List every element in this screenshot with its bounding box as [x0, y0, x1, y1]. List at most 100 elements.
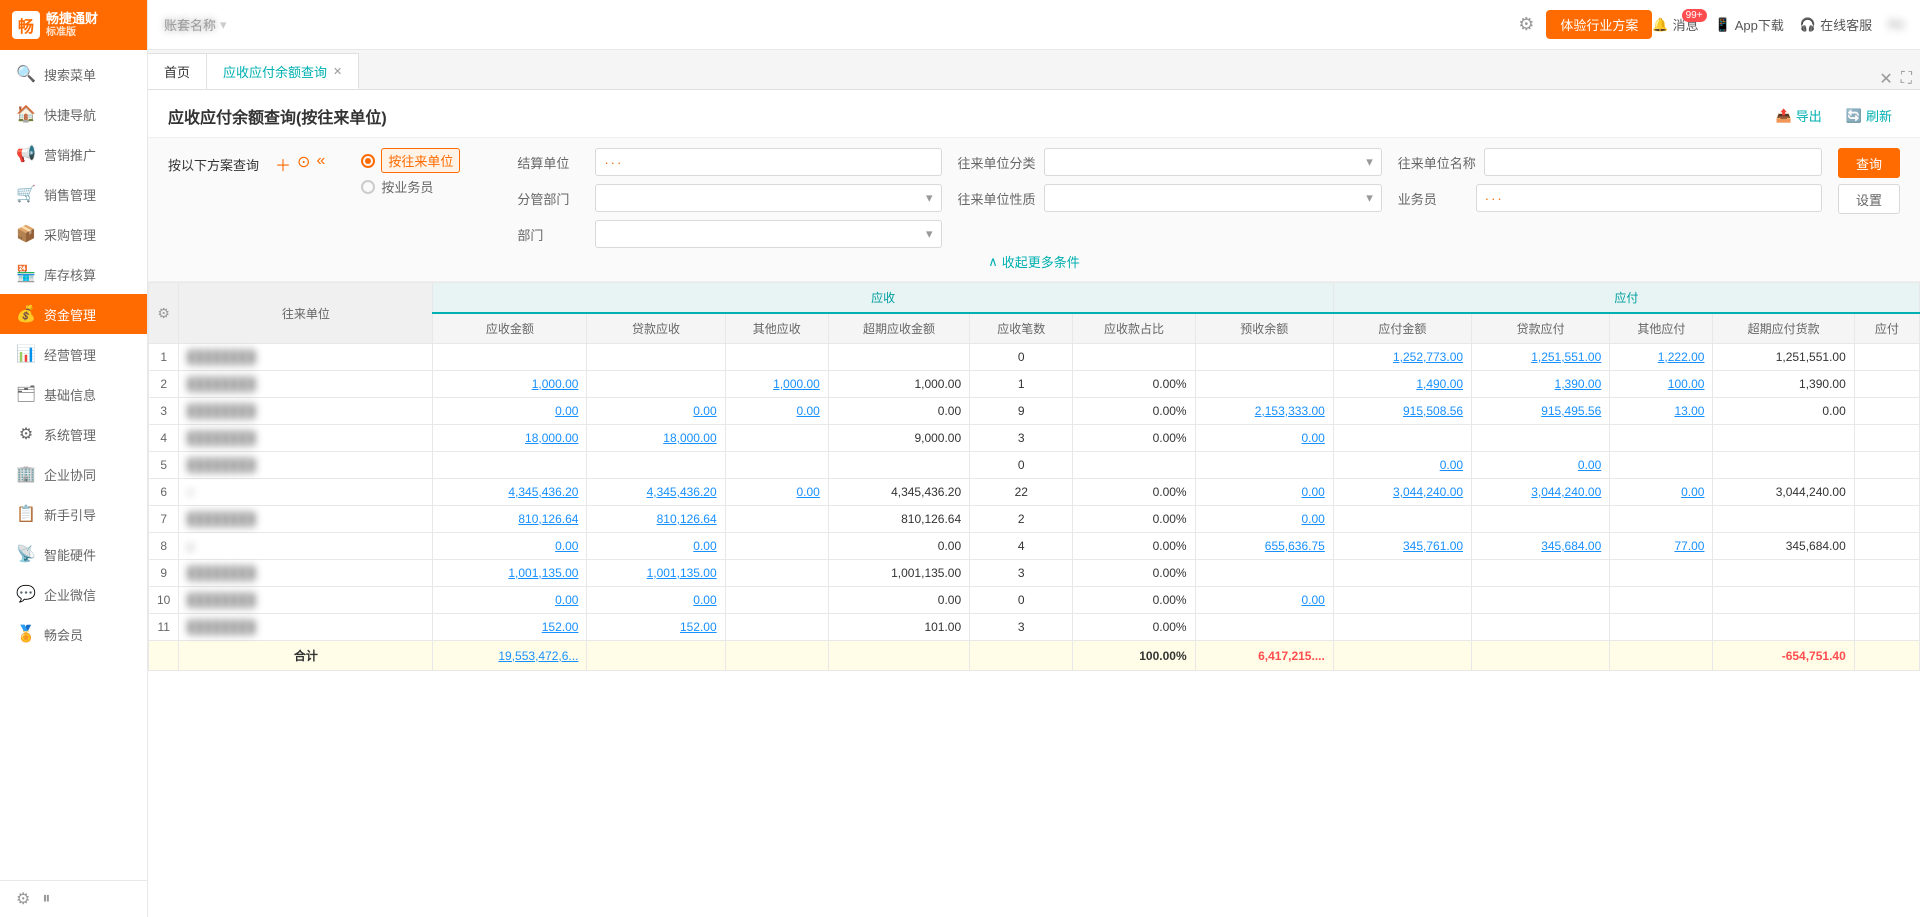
- sidebar-item-basic-info[interactable]: 🗂 基础信息: [0, 374, 147, 414]
- message-button[interactable]: 🔔 消息 99+: [1652, 15, 1698, 34]
- tab-ar-ap[interactable]: 应收应付余额查询 ✕: [207, 53, 359, 89]
- cell-ar-amount[interactable]: 0.00: [433, 398, 587, 425]
- cell-ar-prepay[interactable]: 655,636.75: [1195, 533, 1333, 560]
- cell-ar-amount[interactable]: 4,345,436.20: [433, 479, 587, 506]
- cell-ap-other[interactable]: 0.00: [1610, 479, 1713, 506]
- cell-ar-prepay[interactable]: 0.00: [1195, 425, 1333, 452]
- cell-ar-amount[interactable]: 1,000.00: [433, 371, 587, 398]
- cell-ar-other[interactable]: [725, 425, 828, 452]
- cell-ar-other[interactable]: [725, 614, 828, 641]
- sidebar-item-operation[interactable]: 📊 经营管理: [0, 334, 147, 374]
- cell-ar-loan[interactable]: 0.00: [587, 533, 725, 560]
- sidebar-item-smart-hw[interactable]: 📡 智能硬件: [0, 534, 147, 574]
- cell-ar-other[interactable]: 0.00: [725, 398, 828, 425]
- service-button[interactable]: 🎧 在线客服: [1800, 15, 1872, 34]
- sidebar-item-enterprise[interactable]: 🏢 企业协同: [0, 454, 147, 494]
- cell-ap-amount[interactable]: [1333, 560, 1471, 587]
- cell-ap-amount[interactable]: 345,761.00: [1333, 533, 1471, 560]
- cell-ar-loan[interactable]: [587, 371, 725, 398]
- cell-ap-loan[interactable]: [1472, 614, 1610, 641]
- cell-ar-prepay[interactable]: 2,153,333.00: [1195, 398, 1333, 425]
- cell-ap-other[interactable]: 77.00: [1610, 533, 1713, 560]
- filter-input-partner-name[interactable]: [1484, 148, 1822, 176]
- cell-ar-other[interactable]: 1,000.00: [725, 371, 828, 398]
- cell-ar-other[interactable]: [725, 560, 828, 587]
- tab-expand-icon[interactable]: ⛶: [1901, 70, 1912, 88]
- cell-ar-prepay[interactable]: [1195, 371, 1333, 398]
- cell-ap-other[interactable]: 13.00: [1610, 398, 1713, 425]
- cell-ar-other[interactable]: [725, 506, 828, 533]
- sidebar-item-search[interactable]: 🔍 搜索菜单: [0, 54, 147, 94]
- cell-ar-amount[interactable]: 152.00: [433, 614, 587, 641]
- cell-ar-prepay[interactable]: 0.00: [1195, 479, 1333, 506]
- filter-input-dept-manage[interactable]: ▾: [595, 184, 941, 212]
- filter-icon[interactable]: ⊙: [297, 152, 310, 176]
- filter-arrow[interactable]: «: [316, 152, 325, 176]
- cell-ar-prepay[interactable]: [1195, 614, 1333, 641]
- cell-ap-other[interactable]: [1610, 425, 1713, 452]
- sidebar-item-sales[interactable]: 🛒 销售管理: [0, 174, 147, 214]
- cell-ap-amount[interactable]: [1333, 506, 1471, 533]
- cell-ar-loan[interactable]: 18,000.00: [587, 425, 725, 452]
- cell-ar-other[interactable]: [725, 344, 828, 371]
- cell-ar-amount[interactable]: 18,000.00: [433, 425, 587, 452]
- table-settings-icon[interactable]: ⚙: [157, 305, 170, 321]
- cell-ap-loan[interactable]: 345,684.00: [1472, 533, 1610, 560]
- radio-salesman[interactable]: [361, 180, 375, 194]
- cell-ap-amount[interactable]: [1333, 614, 1471, 641]
- cell-ap-amount[interactable]: 915,508.56: [1333, 398, 1471, 425]
- filter-input-salesman[interactable]: ···: [1476, 184, 1822, 212]
- cell-ap-loan[interactable]: [1472, 506, 1610, 533]
- cell-ar-loan[interactable]: 4,345,436.20: [587, 479, 725, 506]
- collapse-icon[interactable]: ⏸: [42, 890, 50, 908]
- cell-ar-prepay[interactable]: 0.00: [1195, 587, 1333, 614]
- filter-input-partner-nature[interactable]: ▾: [1044, 184, 1382, 212]
- filter-input-settlement[interactable]: ···: [595, 148, 941, 176]
- cell-ap-amount[interactable]: 3,044,240.00: [1333, 479, 1471, 506]
- cell-ap-loan[interactable]: [1472, 560, 1610, 587]
- cell-ar-other[interactable]: [725, 452, 828, 479]
- cell-ar-loan[interactable]: 1,001,135.00: [587, 560, 725, 587]
- cell-ap-loan[interactable]: 1,390.00: [1472, 371, 1610, 398]
- cell-ap-loan[interactable]: 0.00: [1472, 452, 1610, 479]
- sidebar-item-wechat[interactable]: 💬 企业微信: [0, 574, 147, 614]
- cell-ar-amount[interactable]: 1,001,135.00: [433, 560, 587, 587]
- add-icon[interactable]: ＋: [275, 152, 291, 176]
- user-name[interactable]: Rit: [1888, 17, 1904, 32]
- sidebar-item-guide[interactable]: 📋 新手引导: [0, 494, 147, 534]
- cell-ar-loan[interactable]: [587, 344, 725, 371]
- tab-close-icon[interactable]: ✕: [333, 65, 342, 78]
- refresh-button[interactable]: 🔄 刷新: [1838, 102, 1900, 129]
- export-button[interactable]: 📤 导出: [1768, 102, 1830, 129]
- cell-ar-prepay[interactable]: [1195, 560, 1333, 587]
- cell-ar-loan[interactable]: 0.00: [587, 587, 725, 614]
- cell-ap-amount[interactable]: [1333, 587, 1471, 614]
- cell-ar-amount[interactable]: [433, 344, 587, 371]
- cell-ap-other[interactable]: [1610, 587, 1713, 614]
- cell-ap-other[interactable]: [1610, 614, 1713, 641]
- cell-ar-other[interactable]: [725, 587, 828, 614]
- cell-ap-other[interactable]: [1610, 452, 1713, 479]
- sidebar-item-quick-nav[interactable]: 🏠 快捷导航: [0, 94, 147, 134]
- cell-ar-loan[interactable]: [587, 452, 725, 479]
- cell-ap-loan[interactable]: [1472, 425, 1610, 452]
- cell-ap-amount[interactable]: 1,252,773.00: [1333, 344, 1471, 371]
- cell-ap-amount[interactable]: [1333, 425, 1471, 452]
- app-download-button[interactable]: 📱 App下载: [1715, 15, 1784, 34]
- cell-ar-other[interactable]: 0.00: [725, 479, 828, 506]
- radio-partner[interactable]: [361, 154, 375, 168]
- cell-ar-other[interactable]: [725, 533, 828, 560]
- sidebar-item-purchase[interactable]: 📦 采购管理: [0, 214, 147, 254]
- cell-ar-loan[interactable]: 0.00: [587, 398, 725, 425]
- cell-ap-other[interactable]: [1610, 506, 1713, 533]
- cell-ap-other[interactable]: 1,222.00: [1610, 344, 1713, 371]
- cell-ar-loan[interactable]: 152.00: [587, 614, 725, 641]
- sidebar-item-member[interactable]: 🏅 畅会员: [0, 614, 147, 654]
- cell-ar-loan[interactable]: 810,126.64: [587, 506, 725, 533]
- query-type-partner[interactable]: 按往来单位: [361, 148, 501, 173]
- footer-ar-total[interactable]: 19,553,472,6...: [433, 641, 587, 671]
- sidebar-item-system[interactable]: ⚙ 系统管理: [0, 414, 147, 454]
- query-button[interactable]: 查询: [1838, 148, 1900, 178]
- filter-input-partner-category[interactable]: ▾: [1044, 148, 1382, 176]
- cell-ap-loan[interactable]: 1,251,551.00: [1472, 344, 1610, 371]
